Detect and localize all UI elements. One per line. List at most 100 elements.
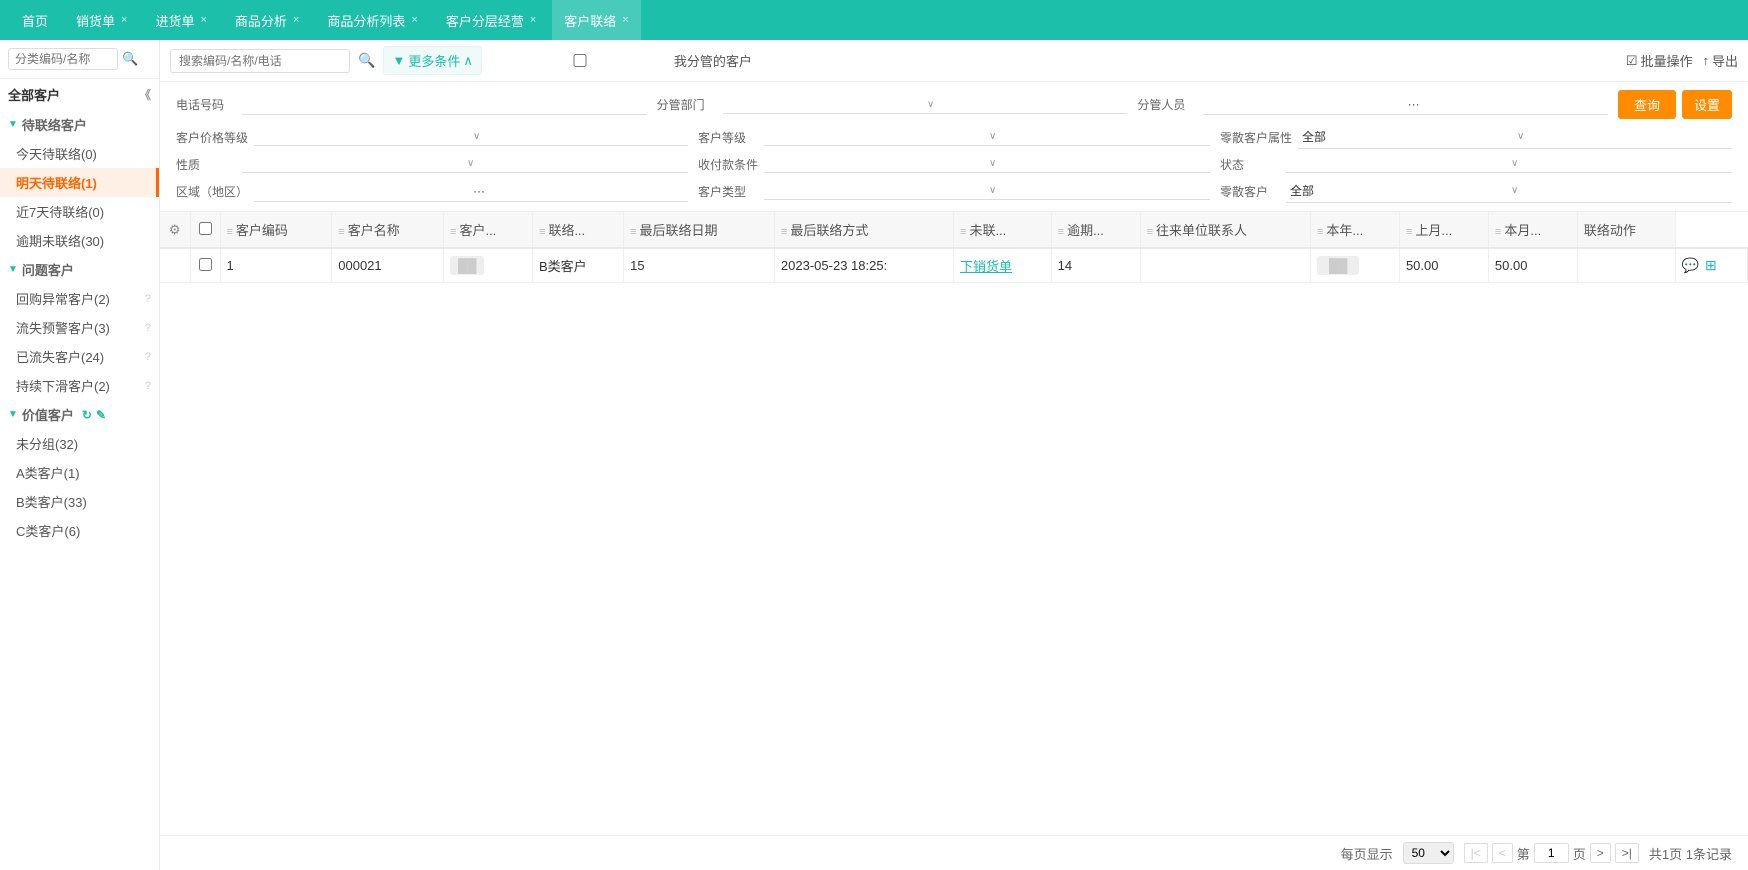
close-product-analysis-list-icon[interactable]: ×: [411, 14, 417, 26]
row-checkbox-cell[interactable]: [190, 248, 220, 283]
filter-row-3: 性质 ∨ 收付款条件 ∨ 状态: [176, 155, 1732, 173]
triangle-icon-value: ▼: [8, 409, 18, 420]
action-comment-icon[interactable]: 💬: [1682, 257, 1699, 274]
col-contact-count-icon[interactable]: ≡: [539, 226, 545, 238]
col-overdue-icon[interactable]: ≡: [1058, 226, 1064, 238]
page-input[interactable]: [1534, 843, 1569, 863]
filter-retail-attr-dropdown[interactable]: 全部 ∨: [1298, 125, 1732, 149]
pagination: |< < 第 页 > >|: [1464, 843, 1639, 863]
nav-product-analysis-list[interactable]: 商品分析列表 ×: [315, 0, 429, 40]
close-sales-order-icon[interactable]: ×: [121, 14, 127, 26]
filter-retail-customer-dropdown[interactable]: 全部 ∨: [1286, 179, 1732, 203]
last-method-link[interactable]: 下销货单: [960, 259, 1012, 274]
col-last-date: ≡最后联络日期: [624, 212, 775, 248]
page-size-select[interactable]: 50 10 20 100: [1403, 842, 1454, 864]
filter-region-dropdown[interactable]: ···: [254, 181, 688, 202]
col-this-month: ≡本月...: [1488, 212, 1577, 248]
filter-payment-dropdown[interactable]: ∨: [764, 155, 1210, 173]
query-btn[interactable]: 查询: [1618, 90, 1676, 119]
sidebar-group-pending: ▼ 待联络客户: [0, 110, 159, 139]
filter-phone-input[interactable]: [242, 94, 647, 115]
filter-region-label: 区域（地区）: [176, 183, 248, 200]
my-customers-check[interactable]: [490, 54, 670, 67]
nav-sales-order[interactable]: 销货单 ×: [64, 0, 139, 40]
row-checkbox[interactable]: [199, 258, 212, 271]
col-contact-person-icon[interactable]: ≡: [1147, 226, 1153, 238]
nav-customer-contact[interactable]: 客户联络 ×: [552, 0, 640, 40]
col-code-icon[interactable]: ≡: [227, 226, 233, 238]
sidebar-search-input[interactable]: [8, 48, 118, 70]
sidebar-item-churned[interactable]: 已流失客户(24) ?: [0, 342, 159, 371]
last-page-btn[interactable]: >|: [1615, 843, 1639, 863]
col-this-month-icon[interactable]: ≡: [1495, 226, 1501, 238]
col-checkbox[interactable]: [190, 212, 220, 248]
next-page-btn[interactable]: >: [1590, 843, 1611, 863]
col-this-year-icon[interactable]: ≡: [1317, 226, 1323, 238]
filter-price-level-label: 客户价格等级: [176, 129, 248, 146]
action-grid-icon[interactable]: ⊞: [1705, 257, 1717, 274]
batch-op-checkbox-icon: ☑: [1626, 53, 1638, 69]
help-icon-4: ?: [145, 380, 151, 392]
sidebar-item-declining[interactable]: 持续下滑客户(2) ?: [0, 371, 159, 400]
value-refresh-icon[interactable]: ↻: [82, 408, 92, 422]
close-customer-tier-icon[interactable]: ×: [530, 14, 536, 26]
sidebar-item-tomorrow-pending[interactable]: 明天待联络(1): [0, 168, 159, 197]
export-icon: ↑: [1702, 53, 1709, 68]
sidebar-item-class-b[interactable]: B类客户(33): [0, 487, 159, 516]
first-page-btn[interactable]: |<: [1464, 843, 1488, 863]
export-btn[interactable]: ↑ 导出: [1702, 51, 1738, 70]
sidebar-all-customers[interactable]: 全部客户 《: [0, 79, 159, 110]
filter-price-level-dropdown[interactable]: ∨: [254, 128, 688, 146]
nav-customer-tier[interactable]: 客户分层经营 ×: [434, 0, 548, 40]
filter-region-dots[interactable]: ···: [473, 184, 684, 198]
select-all-checkbox[interactable]: [199, 222, 212, 235]
close-customer-contact-icon[interactable]: ×: [622, 14, 628, 26]
col-overdue: ≡逾期...: [1051, 212, 1140, 248]
filter-customer-level: 客户等级 ∨: [698, 128, 1210, 146]
row-action: 💬 ⊞: [1675, 248, 1747, 283]
col-no-contact-icon[interactable]: ≡: [960, 226, 966, 238]
settings-btn[interactable]: 设置: [1682, 90, 1732, 119]
col-customer-type-icon[interactable]: ≡: [450, 226, 456, 238]
close-product-analysis-icon[interactable]: ×: [293, 14, 299, 26]
row-last-method[interactable]: 下销货单: [954, 248, 1052, 283]
filter-customer-level-dropdown[interactable]: ∨: [764, 128, 1210, 146]
nav-home[interactable]: 首页: [10, 0, 60, 40]
sidebar-search-icon[interactable]: 🔍: [122, 51, 138, 67]
sidebar-item-churn-warning[interactable]: 流失预警客户(3) ?: [0, 313, 159, 342]
help-icon-2: ?: [145, 322, 151, 334]
filter-dept-dropdown[interactable]: ∨: [723, 96, 1128, 114]
col-last-date-icon[interactable]: ≡: [630, 226, 636, 238]
col-name-icon[interactable]: ≡: [338, 226, 344, 238]
triangle-icon-pending: ▼: [8, 119, 18, 130]
sidebar-item-ungrouped[interactable]: 未分组(32): [0, 429, 159, 458]
filter-person-dropdown[interactable]: ···: [1203, 94, 1608, 115]
sidebar-item-week-pending[interactable]: 近7天待联络(0): [0, 197, 159, 226]
filter-more-btn[interactable]: ▼ 更多条件 ∧: [383, 46, 481, 75]
my-customers-checkbox[interactable]: 我分管的客户: [490, 51, 752, 70]
filter-panel: 电话号码 分管部门 ∨ 分管人员 ···: [160, 82, 1748, 212]
sidebar-item-repurchase-abnormal[interactable]: 回购异常客户(2) ?: [0, 284, 159, 313]
col-last-method-icon[interactable]: ≡: [781, 226, 787, 238]
prev-page-btn[interactable]: <: [1492, 843, 1513, 863]
sidebar-item-class-a[interactable]: A类客户(1): [0, 458, 159, 487]
col-gear[interactable]: ⚙: [160, 212, 190, 248]
close-purchase-order-icon[interactable]: ×: [200, 14, 206, 26]
col-last-month-icon[interactable]: ≡: [1406, 226, 1412, 238]
nav-product-analysis[interactable]: 商品分析 ×: [223, 0, 311, 40]
filter-person-dots[interactable]: ···: [1408, 97, 1604, 111]
nav-purchase-order[interactable]: 进货单 ×: [143, 0, 218, 40]
filter-dept: 分管部门 ∨: [657, 96, 1128, 114]
filter-nature-dropdown[interactable]: ∨: [242, 155, 688, 173]
filter-chevron-icon: ∧: [463, 53, 473, 69]
row-code: 000021: [332, 248, 444, 283]
filter-status-dropdown[interactable]: ∨: [1286, 155, 1732, 173]
filter-customer-type-dropdown[interactable]: ∨: [764, 182, 1210, 200]
value-edit-icon[interactable]: ✎: [96, 408, 106, 422]
sidebar-item-today-pending[interactable]: 今天待联络(0): [0, 139, 159, 168]
toolbar-search-icon[interactable]: 🔍: [358, 52, 375, 69]
batch-op-btn[interactable]: ☑ 批量操作: [1626, 51, 1693, 70]
sidebar-item-overdue-contact[interactable]: 逾期未联络(30): [0, 226, 159, 255]
search-input[interactable]: [170, 49, 350, 73]
sidebar-item-class-c[interactable]: C类客户(6): [0, 516, 159, 545]
